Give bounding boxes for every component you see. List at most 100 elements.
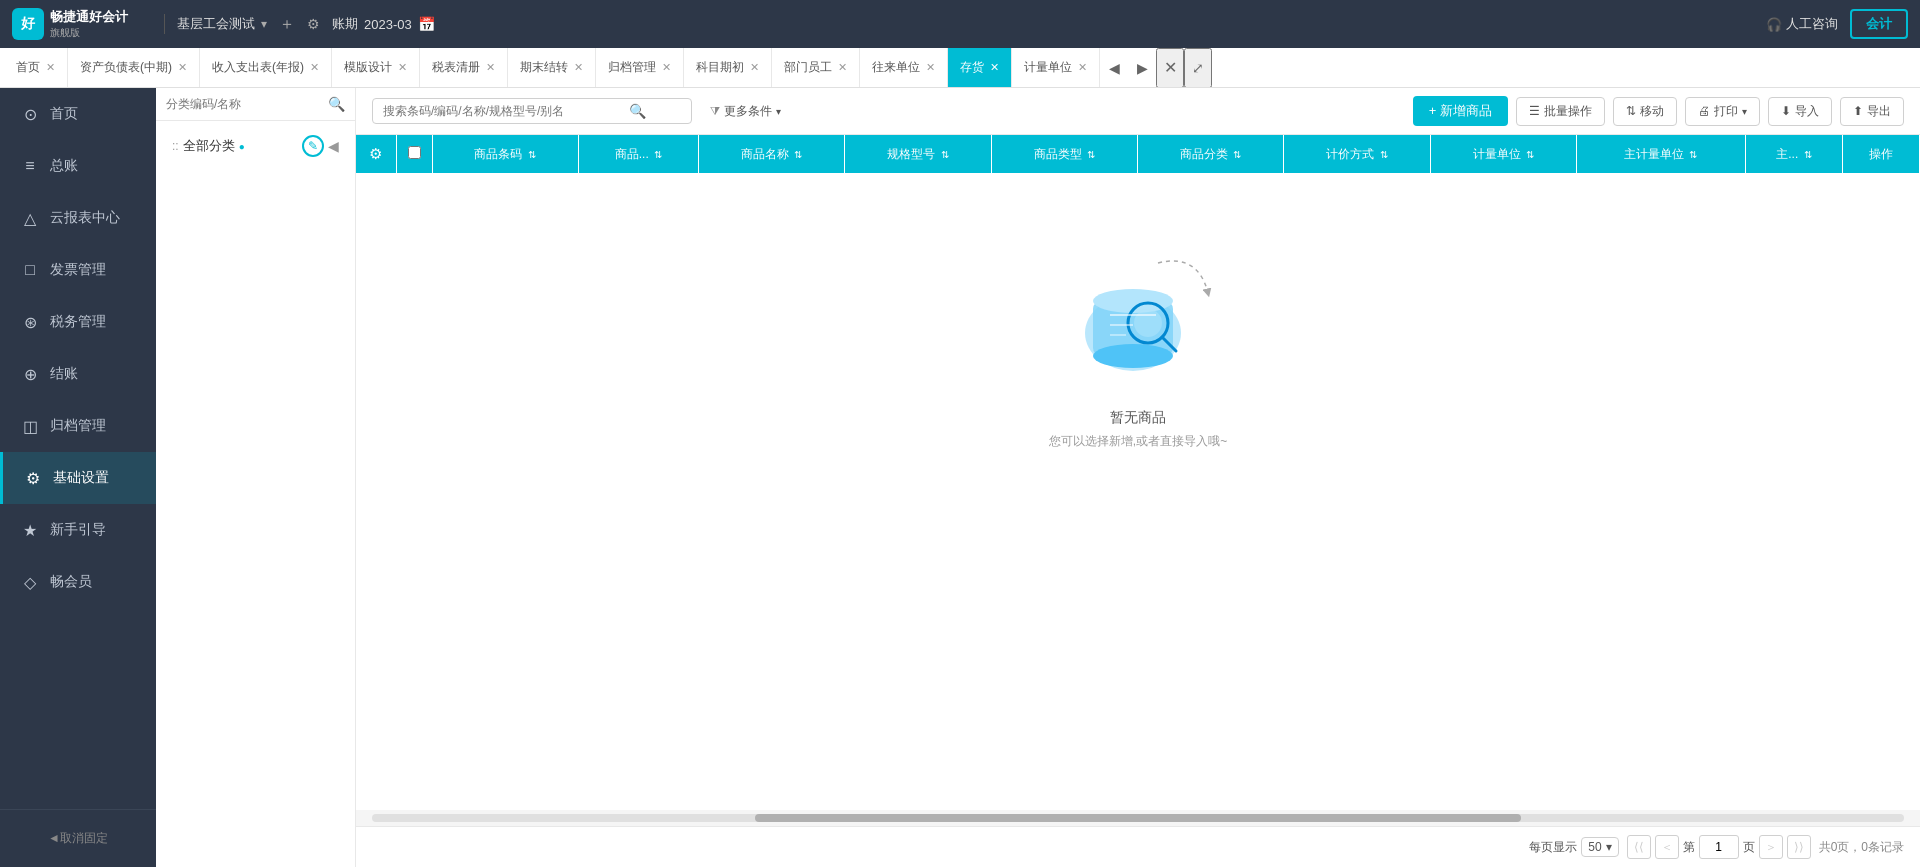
tab-close-tax[interactable]: ✕	[486, 61, 495, 74]
tab-period-transfer[interactable]: 期末结转 ✕	[508, 48, 596, 88]
tab-close-unit[interactable]: ✕	[1078, 61, 1087, 74]
scrollbar-thumb[interactable]	[755, 814, 1521, 822]
tab-archive-mgmt[interactable]: 归档管理 ✕	[596, 48, 684, 88]
horizontal-scrollbar[interactable]	[372, 814, 1904, 822]
tab-close-income[interactable]: ✕	[310, 61, 319, 74]
main-search-input[interactable]	[383, 104, 623, 118]
company-selector[interactable]: 基层工会测试 ▾	[177, 15, 267, 33]
add-tab-icon[interactable]: ＋	[279, 14, 295, 35]
page-number-input[interactable]	[1699, 835, 1739, 859]
col-main-abbr-header[interactable]: 主... ⇅	[1745, 135, 1843, 173]
select-all-checkbox[interactable]	[408, 146, 421, 159]
tab-home[interactable]: 首页 ✕	[4, 48, 68, 88]
tab-close-subject[interactable]: ✕	[750, 61, 759, 74]
tab-close-template[interactable]: ✕	[398, 61, 407, 74]
content-area: 🔍 :: 全部分类 ● ✎ ◀	[156, 88, 1920, 867]
main-layout: ⊙ 首页 ≡ 总账 △ 云报表中心 □ 发票管理 ⊛ 税务管理 ⊕ 结账 ◫ 归…	[0, 88, 1920, 867]
print-button[interactable]: 🖨 打印 ▾	[1685, 97, 1760, 126]
tab-balance-sheet[interactable]: 资产负债表(中期) ✕	[68, 48, 200, 88]
sidebar-item-invoice[interactable]: □ 发票管理	[0, 244, 156, 296]
tab-close-inventory[interactable]: ✕	[990, 61, 999, 74]
category-edit-icon[interactable]: ✎	[302, 135, 324, 157]
sidebar-label-invoice: 发票管理	[50, 261, 106, 279]
product-table: ⚙ 商品条码 ⇅ 商品... ⇅ 商品名称 ⇅ 规格型号 ⇅ 商品类型 ⇅ 商品…	[356, 135, 1920, 173]
category-all-label: 全部分类	[183, 137, 235, 155]
col-name-header[interactable]: 商品名称 ⇅	[698, 135, 844, 173]
export-button[interactable]: ⬆ 导出	[1840, 97, 1904, 126]
member-icon: ◇	[20, 573, 40, 592]
tab-bar: 首页 ✕ 资产负债表(中期) ✕ 收入支出表(年报) ✕ 模版设计 ✕ 税表清册…	[0, 48, 1920, 88]
tab-close-home[interactable]: ✕	[46, 61, 55, 74]
sidebar-item-tax[interactable]: ⊛ 税务管理	[0, 296, 156, 348]
category-all[interactable]: :: 全部分类 ● ✎ ◀	[164, 129, 347, 163]
tab-close-archive[interactable]: ✕	[662, 61, 671, 74]
col-category-header[interactable]: 商品分类 ⇅	[1137, 135, 1283, 173]
col-barcode-header[interactable]: 商品条码 ⇅	[432, 135, 578, 173]
settings-icon[interactable]: ⚙	[307, 16, 320, 32]
tab-maximize-btn[interactable]: ⤢	[1184, 48, 1212, 88]
tab-close-all-btn[interactable]: ✕	[1156, 48, 1184, 88]
col-type-header[interactable]: 商品类型 ⇅	[991, 135, 1137, 173]
move-icon: ⇅	[1626, 104, 1636, 118]
col-code-header[interactable]: 商品... ⇅	[578, 135, 698, 173]
next-page-btn[interactable]: ＞	[1759, 835, 1783, 859]
tab-customer[interactable]: 往来单位 ✕	[860, 48, 948, 88]
col-pricing-header[interactable]: 计价方式 ⇅	[1284, 135, 1430, 173]
first-page-btn[interactable]: ⟨⟨	[1627, 835, 1651, 859]
calendar-icon[interactable]: 📅	[418, 16, 435, 32]
sidebar-label-guide: 新手引导	[50, 521, 106, 539]
sidebar-item-guide[interactable]: ★ 新手引导	[0, 504, 156, 556]
empty-svg	[1058, 233, 1218, 393]
col-settings-header[interactable]: ⚙	[356, 135, 396, 173]
table-wrapper: ⚙ 商品条码 ⇅ 商品... ⇅ 商品名称 ⇅ 规格型号 ⇅ 商品类型 ⇅ 商品…	[356, 135, 1920, 810]
tab-tax-list[interactable]: 税表清册 ✕	[420, 48, 508, 88]
per-page-dropdown[interactable]: 50 ▾	[1581, 837, 1618, 857]
tab-dept-employee[interactable]: 部门员工 ✕	[772, 48, 860, 88]
service-button[interactable]: 🎧 人工咨询	[1766, 15, 1838, 33]
prev-page-btn[interactable]: ＜	[1655, 835, 1679, 859]
tab-inventory[interactable]: 存货 ✕	[948, 48, 1012, 88]
tab-unit[interactable]: 计量单位 ✕	[1012, 48, 1100, 88]
unpin-button[interactable]: ◄取消固定	[0, 822, 156, 855]
col-main-unit-header[interactable]: 主计量单位 ⇅	[1576, 135, 1745, 173]
reports-icon: △	[20, 209, 40, 228]
category-search-input[interactable]	[166, 97, 322, 111]
sidebar-item-reports[interactable]: △ 云报表中心	[0, 192, 156, 244]
col-checkbox-header[interactable]	[396, 135, 432, 173]
sidebar-item-home[interactable]: ⊙ 首页	[0, 88, 156, 140]
tab-income-statement[interactable]: 收入支出表(年报) ✕	[200, 48, 332, 88]
tab-close-dept[interactable]: ✕	[838, 61, 847, 74]
import-icon: ⬇	[1781, 104, 1791, 118]
toolbar-right: + 新增商品 ☰ 批量操作 ⇅ 移动 🖨 打印 ▾	[1413, 96, 1904, 126]
main-search-icon[interactable]: 🔍	[629, 103, 646, 119]
logo-text: 畅捷通好会计 旗舰版	[50, 8, 128, 40]
account-button[interactable]: 会计	[1850, 9, 1908, 39]
service-label: 人工咨询	[1786, 15, 1838, 33]
import-button[interactable]: ⬇ 导入	[1768, 97, 1832, 126]
col-unit-header[interactable]: 计量单位 ⇅	[1430, 135, 1576, 173]
tab-subject-init[interactable]: 科目期初 ✕	[684, 48, 772, 88]
batch-operation-button[interactable]: ☰ 批量操作	[1516, 97, 1605, 126]
tab-close-balance[interactable]: ✕	[178, 61, 187, 74]
content-split: 🔍 :: 全部分类 ● ✎ ◀	[156, 88, 1920, 867]
sidebar-item-settings[interactable]: ⚙ 基础设置	[0, 452, 156, 504]
left-panel-body: :: 全部分类 ● ✎ ◀	[156, 121, 355, 867]
collapse-icon[interactable]: ◀	[328, 138, 339, 154]
tab-template-design[interactable]: 模版设计 ✕	[332, 48, 420, 88]
move-button[interactable]: ⇅ 移动	[1613, 97, 1677, 126]
tab-next-btn[interactable]: ▶	[1128, 48, 1156, 88]
sidebar-item-closing[interactable]: ⊕ 结账	[0, 348, 156, 400]
tab-prev-btn[interactable]: ◀	[1100, 48, 1128, 88]
sidebar-item-ledger[interactable]: ≡ 总账	[0, 140, 156, 192]
filter-button[interactable]: ⧩ 更多条件 ▾	[702, 99, 789, 124]
add-product-button[interactable]: + 新增商品	[1413, 96, 1508, 126]
category-search-icon[interactable]: 🔍	[328, 96, 345, 112]
tab-close-customer[interactable]: ✕	[926, 61, 935, 74]
sidebar-item-archive[interactable]: ◫ 归档管理	[0, 400, 156, 452]
last-page-btn[interactable]: ⟩⟩	[1787, 835, 1811, 859]
sidebar-item-member[interactable]: ◇ 畅会员	[0, 556, 156, 608]
filter-chevron-icon: ▾	[776, 106, 781, 117]
tab-close-period[interactable]: ✕	[574, 61, 583, 74]
period-value: 2023-03	[364, 17, 412, 32]
col-spec-header[interactable]: 规格型号 ⇅	[845, 135, 991, 173]
